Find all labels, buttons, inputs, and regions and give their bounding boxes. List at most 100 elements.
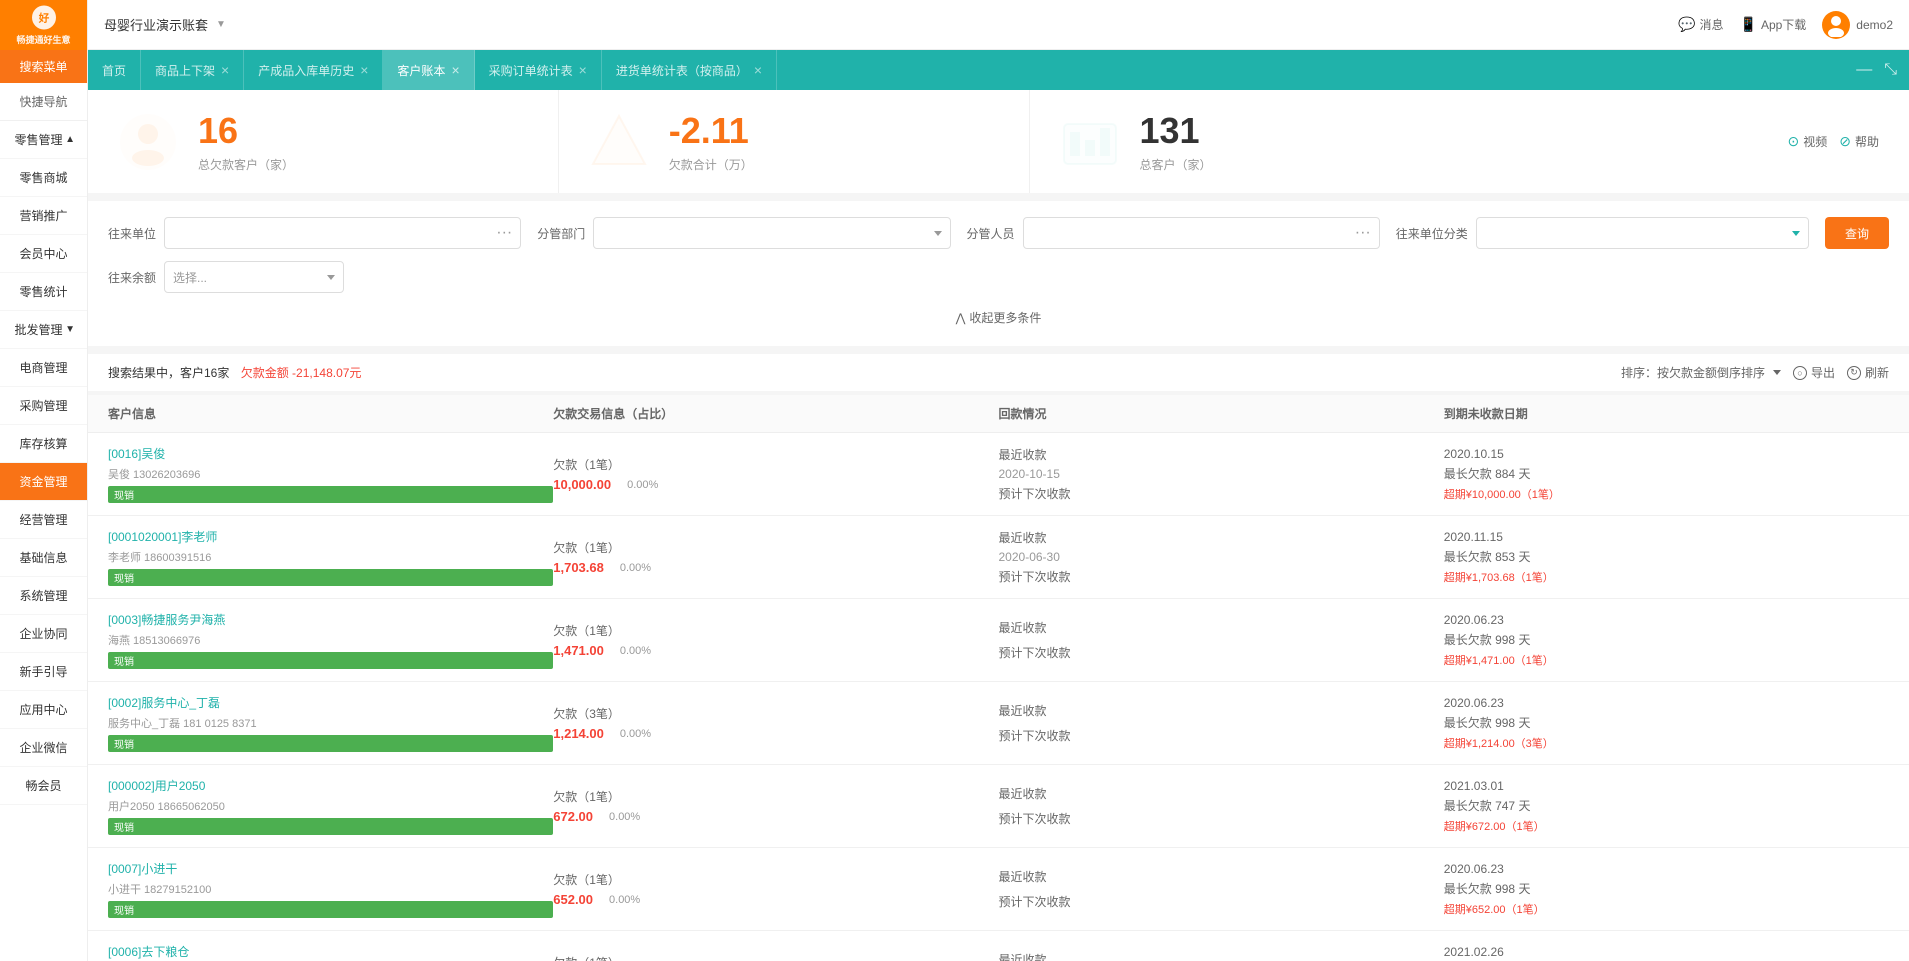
customer-info-3: [0002]服务中心_丁磊 服务中心_丁磊 181 0125 8371 现销 bbox=[108, 694, 553, 752]
sidebar-item-appstore[interactable]: 应用中心 bbox=[0, 691, 87, 729]
person-more-icon[interactable]: ··· bbox=[1355, 224, 1371, 242]
tab-close-icon-3[interactable]: × bbox=[451, 62, 459, 78]
tab-home[interactable]: 首页 bbox=[88, 50, 141, 90]
from-unit-input[interactable]: ··· bbox=[164, 217, 521, 249]
person-text-input[interactable] bbox=[1032, 226, 1355, 240]
filter-dept: 分管部门 bbox=[537, 217, 950, 249]
tab-customer-account[interactable]: 客户账本 × bbox=[383, 50, 474, 90]
tab-close-icon-4[interactable]: × bbox=[579, 62, 587, 78]
help-link[interactable]: ⊘ 帮助 bbox=[1839, 133, 1879, 150]
app-download-btn[interactable]: 📱 App下载 bbox=[1740, 16, 1807, 33]
video-link[interactable]: ⊙ 视频 bbox=[1788, 133, 1828, 150]
debt-ratio-4: 0.00% bbox=[609, 811, 640, 823]
next-collect-label-0: 预计下次收款 bbox=[999, 485, 1444, 502]
sidebar-item-system[interactable]: 系统管理 bbox=[0, 577, 87, 615]
overdue-link-5[interactable]: 超期¥652.00（1笔） bbox=[1444, 901, 1889, 917]
refresh-button[interactable]: ↻ 刷新 bbox=[1847, 364, 1889, 381]
user-avatar[interactable]: demo2 bbox=[1822, 11, 1893, 39]
sidebar-item-purchase-mgmt[interactable]: 采购管理 bbox=[0, 387, 87, 425]
tab-controls: — ⤡ bbox=[1852, 59, 1909, 81]
sidebar-item-newbie[interactable]: 新手引导 bbox=[0, 653, 87, 691]
recovery-info-0: 最近收款 2020-10-15 预计下次收款 bbox=[999, 446, 1444, 502]
stats-row: 16 总欠款客户（家） -2.11 欠款合计（万） bbox=[88, 90, 1909, 193]
due-date-5: 2020.06.23 bbox=[1444, 862, 1889, 876]
sidebar-item-ops[interactable]: 经营管理 bbox=[0, 501, 87, 539]
message-btn[interactable]: 💬 消息 bbox=[1678, 16, 1723, 33]
filter-from-unit: 往来单位 ··· bbox=[108, 217, 521, 249]
sidebar-item-wholesale-mgmt[interactable]: 批发管理 ▼ bbox=[0, 311, 87, 349]
sidebar-item-enterprise[interactable]: 企业协同 bbox=[0, 615, 87, 653]
sidebar-item-inventory[interactable]: 库存核算 bbox=[0, 425, 87, 463]
sort-selector[interactable]: 排序：按欠款金额倒序排序 bbox=[1621, 364, 1781, 381]
due-date-4: 2021.03.01 bbox=[1444, 779, 1889, 793]
stat-card-debt-customers: 16 总欠款客户（家） bbox=[88, 90, 559, 193]
search-button[interactable]: 查询 bbox=[1825, 217, 1889, 249]
sidebar-item-retail-mgmt[interactable]: 零售管理 ▲ bbox=[0, 121, 87, 159]
col-header-debt: 欠款交易信息（占比） bbox=[553, 405, 998, 422]
stat-info-debt: 16 总欠款客户（家） bbox=[198, 110, 294, 173]
customer-name-4[interactable]: [000002]用户2050 bbox=[108, 777, 553, 794]
filter-balance: 往来余额 选择... bbox=[108, 261, 1889, 293]
total-debt-label: 欠款合计（万） bbox=[669, 156, 753, 173]
sidebar-item-base-info[interactable]: 基础信息 bbox=[0, 539, 87, 577]
last-collect-label-1: 最近收款 bbox=[999, 529, 1444, 546]
recovery-info-3: 最近收款 预计下次收款 bbox=[999, 702, 1444, 744]
customer-name-6[interactable]: [0006]去下粮仓 bbox=[108, 943, 553, 960]
export-button[interactable]: ○ 导出 bbox=[1793, 364, 1835, 381]
topbar-left: 母婴行业演示账套 ▼ bbox=[104, 15, 226, 34]
tab-purchase-order[interactable]: 采购订单统计表 × bbox=[475, 50, 602, 90]
table-row: [0007]小进干 小进干 18279152100 现销 欠款（1笔） 652.… bbox=[88, 848, 1909, 931]
customer-name-1[interactable]: [0001020001]李老师 bbox=[108, 528, 553, 545]
sidebar-item-enterprise-wechat[interactable]: 企业微信 bbox=[0, 729, 87, 767]
balance-select[interactable]: 选择... bbox=[164, 261, 344, 293]
tab-product-listing[interactable]: 商品上下架 × bbox=[141, 50, 244, 90]
sidebar-item-marketing[interactable]: 营销推广 bbox=[0, 197, 87, 235]
tab-produce-history[interactable]: 产成品入库单历史 × bbox=[244, 50, 383, 90]
due-date-3: 2020.06.23 bbox=[1444, 696, 1889, 710]
tab-minimize-icon[interactable]: — bbox=[1852, 59, 1876, 81]
overdue-link-0[interactable]: 超期¥10,000.00（1笔） bbox=[1444, 486, 1889, 502]
sidebar-item-retail-stats[interactable]: 零售统计 bbox=[0, 273, 87, 311]
debt-customers-label: 总欠款客户（家） bbox=[198, 156, 294, 173]
quick-nav[interactable]: 快捷导航 bbox=[0, 83, 87, 121]
filter-unit-class: 往来单位分类 bbox=[1396, 217, 1809, 249]
sidebar-item-finance[interactable]: 资金管理 bbox=[0, 463, 87, 501]
customer-tag-2: 现销 bbox=[108, 652, 553, 669]
person-input[interactable]: ··· bbox=[1023, 217, 1380, 249]
due-date-2: 2020.06.23 bbox=[1444, 613, 1889, 627]
from-unit-text-input[interactable] bbox=[173, 226, 496, 240]
table-row: [0016]吴俊 吴俊 13026203696 现销 欠款（1笔） 10,000… bbox=[88, 433, 1909, 516]
collapse-button[interactable]: ⋀ 收起更多条件 bbox=[956, 309, 1042, 326]
avatar-circle bbox=[1822, 11, 1850, 39]
due-date-1: 2020.11.15 bbox=[1444, 530, 1889, 544]
sidebar-item-retail-mall[interactable]: 零售商城 bbox=[0, 159, 87, 197]
tab-purchase-stats[interactable]: 进货单统计表（按商品） × bbox=[602, 50, 777, 90]
dept-select[interactable] bbox=[593, 217, 950, 249]
tab-close-icon[interactable]: × bbox=[221, 62, 229, 78]
sidebar-item-ecommerce[interactable]: 电商管理 bbox=[0, 349, 87, 387]
customer-name-3[interactable]: [0002]服务中心_丁磊 bbox=[108, 694, 553, 711]
table-header: 客户信息 欠款交易信息（占比） 回款情况 到期未收款日期 bbox=[88, 395, 1909, 433]
dropdown-arrow-icon[interactable]: ▼ bbox=[216, 19, 226, 30]
overdue-link-3[interactable]: 超期¥1,214.00（3笔） bbox=[1444, 735, 1889, 751]
sidebar-item-member-center[interactable]: 会员中心 bbox=[0, 235, 87, 273]
search-menu[interactable]: 搜索菜单 bbox=[0, 50, 87, 83]
unit-class-select[interactable] bbox=[1476, 217, 1809, 249]
collapse-row: ⋀ 收起更多条件 bbox=[108, 305, 1889, 330]
customer-tag-1: 现销 bbox=[108, 569, 553, 586]
customer-tag-4: 现销 bbox=[108, 818, 553, 835]
debt-info-4: 欠款（1笔） 672.00 0.00% bbox=[553, 788, 998, 824]
customer-name-5[interactable]: [0007]小进干 bbox=[108, 860, 553, 877]
overdue-link-2[interactable]: 超期¥1,471.00（1笔） bbox=[1444, 652, 1889, 668]
sidebar-item-chang-member[interactable]: 畅会员 bbox=[0, 767, 87, 805]
tab-close-icon-5[interactable]: × bbox=[754, 62, 762, 78]
tab-maximize-icon[interactable]: ⤡ bbox=[1880, 59, 1901, 81]
recovery-info-4: 最近收款 预计下次收款 bbox=[999, 785, 1444, 827]
from-unit-more-icon[interactable]: ··· bbox=[496, 224, 512, 242]
customer-name-0[interactable]: [0016]吴俊 bbox=[108, 445, 553, 462]
overdue-link-1[interactable]: 超期¥1,703.68（1笔） bbox=[1444, 569, 1889, 585]
customer-name-2[interactable]: [0003]畅捷服务尹海燕 bbox=[108, 611, 553, 628]
due-info-5: 2020.06.23 最长欠款 998 天 超期¥652.00（1笔） bbox=[1444, 862, 1889, 917]
overdue-link-4[interactable]: 超期¥672.00（1笔） bbox=[1444, 818, 1889, 834]
tab-close-icon-2[interactable]: × bbox=[360, 62, 368, 78]
